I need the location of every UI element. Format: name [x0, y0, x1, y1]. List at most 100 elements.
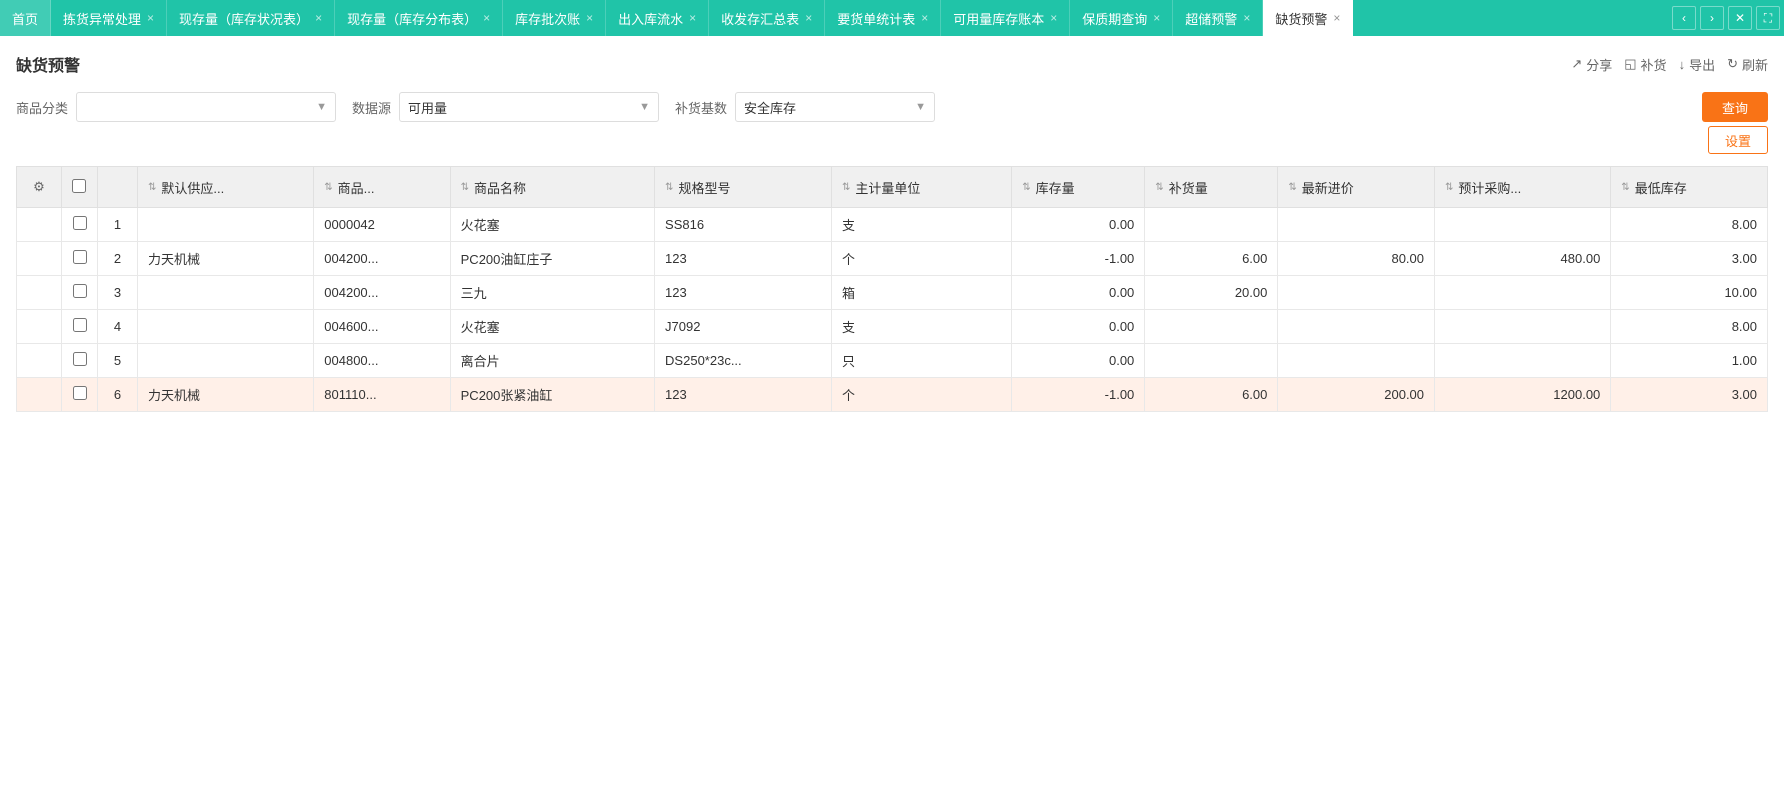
- row-supplier: 力天机械: [138, 242, 314, 276]
- row-checkbox[interactable]: [73, 284, 87, 298]
- tab-fullscreen-button[interactable]: ⛶: [1756, 6, 1780, 30]
- close-tab-inout[interactable]: ×: [689, 11, 696, 25]
- close-tab-stock-status[interactable]: ×: [315, 11, 322, 25]
- replenish-button[interactable]: ◱ 补货: [1624, 55, 1666, 74]
- tab-prev-button[interactable]: ‹: [1672, 6, 1696, 30]
- table-row: 2 力天机械 004200... PC200油缸庄子 123 个 -1.00 6…: [17, 242, 1768, 276]
- row-stock: 0.00: [1012, 208, 1145, 242]
- page-content: 缺货预警 ↗ 分享 ◱ 补货 ↓ 导出 ↻ 刷新 商品分类: [0, 36, 1784, 796]
- tab-home[interactable]: 首页: [0, 0, 51, 36]
- datasource-select[interactable]: 可用量 ▼: [399, 92, 659, 122]
- row-checkbox-cell[interactable]: [62, 242, 98, 276]
- tab-shortage[interactable]: 缺货预警 ×: [1263, 0, 1353, 36]
- filter-groups: 商品分类 ▼ 数据源 可用量 ▼ 补货基数 安全库存 ▼: [16, 92, 1686, 122]
- sku-sort-icon: ⇅: [324, 182, 332, 193]
- th-supplier[interactable]: ⇅ 默认供应...: [138, 167, 314, 208]
- export-button[interactable]: ↓ 导出: [1679, 55, 1716, 74]
- row-sku: 801110...: [314, 378, 450, 412]
- row-spec: 123: [655, 242, 832, 276]
- row-replenish: [1145, 310, 1278, 344]
- est-purchase-sort-icon: ⇅: [1445, 182, 1453, 193]
- row-checkbox[interactable]: [73, 352, 87, 366]
- row-checkbox-cell[interactable]: [62, 378, 98, 412]
- close-tab-collect[interactable]: ×: [805, 11, 812, 25]
- tab-stock-dist[interactable]: 现存量（库存分布表） ×: [335, 0, 503, 36]
- row-spec: 123: [655, 378, 832, 412]
- th-name[interactable]: ⇅ 商品名称: [450, 167, 654, 208]
- stock-sort-icon: ⇅: [1022, 182, 1030, 193]
- query-button[interactable]: 查询: [1702, 92, 1768, 122]
- refresh-button[interactable]: ↻ 刷新: [1727, 55, 1768, 74]
- row-index: 4: [98, 310, 138, 344]
- row-est-purchase: 480.00: [1435, 242, 1611, 276]
- tab-abnormal[interactable]: 拣货异常处理 ×: [51, 0, 167, 36]
- row-unit: 个: [832, 378, 1012, 412]
- select-all-checkbox[interactable]: [72, 179, 86, 193]
- close-tab-stock-dist[interactable]: ×: [483, 11, 490, 25]
- row-checkbox[interactable]: [73, 216, 87, 230]
- replenish-base-select[interactable]: 安全库存 ▼: [735, 92, 935, 122]
- row-name: 火花塞: [450, 208, 654, 242]
- row-est-purchase: 1200.00: [1435, 378, 1611, 412]
- row-checkbox-cell[interactable]: [62, 208, 98, 242]
- th-replenish[interactable]: ⇅ 补货量: [1145, 167, 1278, 208]
- row-checkbox[interactable]: [73, 250, 87, 264]
- header-actions: ↗ 分享 ◱ 补货 ↓ 导出 ↻ 刷新: [1571, 55, 1768, 74]
- table-row: 5 004800... 离合片 DS250*23c... 只 0.00 1.00: [17, 344, 1768, 378]
- row-spec: SS816: [655, 208, 832, 242]
- tab-available[interactable]: 可用量库存账本 ×: [941, 0, 1070, 36]
- row-min-stock: 3.00: [1611, 242, 1768, 276]
- row-supplier: [138, 276, 314, 310]
- row-est-purchase: [1435, 344, 1611, 378]
- th-stock[interactable]: ⇅ 库存量: [1012, 167, 1145, 208]
- th-min-stock[interactable]: ⇅ 最低库存: [1611, 167, 1768, 208]
- th-unit[interactable]: ⇅ 主计量单位: [832, 167, 1012, 208]
- close-tab-batch[interactable]: ×: [586, 11, 593, 25]
- refresh-icon: ↻: [1727, 56, 1738, 72]
- close-tab-abnormal[interactable]: ×: [147, 11, 154, 25]
- row-stock: 0.00: [1012, 276, 1145, 310]
- row-index: 2: [98, 242, 138, 276]
- row-sku: 004600...: [314, 310, 450, 344]
- share-button[interactable]: ↗ 分享: [1571, 55, 1612, 74]
- row-settings-cell: [17, 208, 62, 242]
- th-latest-price[interactable]: ⇅ 最新进价: [1278, 167, 1435, 208]
- tab-batch[interactable]: 库存批次账 ×: [503, 0, 606, 36]
- row-checkbox[interactable]: [73, 318, 87, 332]
- close-tab-expiry[interactable]: ×: [1153, 11, 1160, 25]
- settings-button[interactable]: 设置: [1708, 126, 1768, 154]
- row-checkbox-cell[interactable]: [62, 310, 98, 344]
- tab-close-button[interactable]: ✕: [1728, 6, 1752, 30]
- close-tab-requisition[interactable]: ×: [921, 11, 928, 25]
- tab-next-button[interactable]: ›: [1700, 6, 1724, 30]
- th-settings[interactable]: ⚙: [17, 167, 62, 208]
- row-checkbox[interactable]: [73, 386, 87, 400]
- close-tab-overstock[interactable]: ×: [1243, 11, 1250, 25]
- th-sku[interactable]: ⇅ 商品...: [314, 167, 450, 208]
- row-replenish: [1145, 344, 1278, 378]
- category-label: 商品分类: [16, 98, 68, 117]
- page-title: 缺货预警: [16, 52, 80, 76]
- export-icon: ↓: [1679, 57, 1686, 72]
- th-spec[interactable]: ⇅ 规格型号: [655, 167, 832, 208]
- tab-overstock[interactable]: 超储预警 ×: [1173, 0, 1263, 36]
- tab-stock-status[interactable]: 现存量（库存状况表） ×: [167, 0, 335, 36]
- table-settings-icon[interactable]: ⚙: [27, 175, 51, 199]
- tab-requisition[interactable]: 要货单统计表 ×: [825, 0, 941, 36]
- tab-collect[interactable]: 收发存汇总表 ×: [709, 0, 825, 36]
- row-supplier: [138, 344, 314, 378]
- th-est-purchase[interactable]: ⇅ 预计采购...: [1435, 167, 1611, 208]
- row-checkbox-cell[interactable]: [62, 344, 98, 378]
- tab-expiry[interactable]: 保质期查询 ×: [1070, 0, 1173, 36]
- replenish-base-value: 安全库存: [744, 98, 796, 117]
- category-select[interactable]: ▼: [76, 92, 336, 122]
- table-body: 1 0000042 火花塞 SS816 支 0.00 8.00 2 力天机械 0…: [17, 208, 1768, 412]
- row-spec: 123: [655, 276, 832, 310]
- row-settings-cell: [17, 310, 62, 344]
- row-stock: 0.00: [1012, 344, 1145, 378]
- row-checkbox-cell[interactable]: [62, 276, 98, 310]
- tab-inout[interactable]: 出入库流水 ×: [606, 0, 709, 36]
- row-unit: 箱: [832, 276, 1012, 310]
- close-tab-shortage[interactable]: ×: [1333, 11, 1340, 25]
- close-tab-available[interactable]: ×: [1050, 11, 1057, 25]
